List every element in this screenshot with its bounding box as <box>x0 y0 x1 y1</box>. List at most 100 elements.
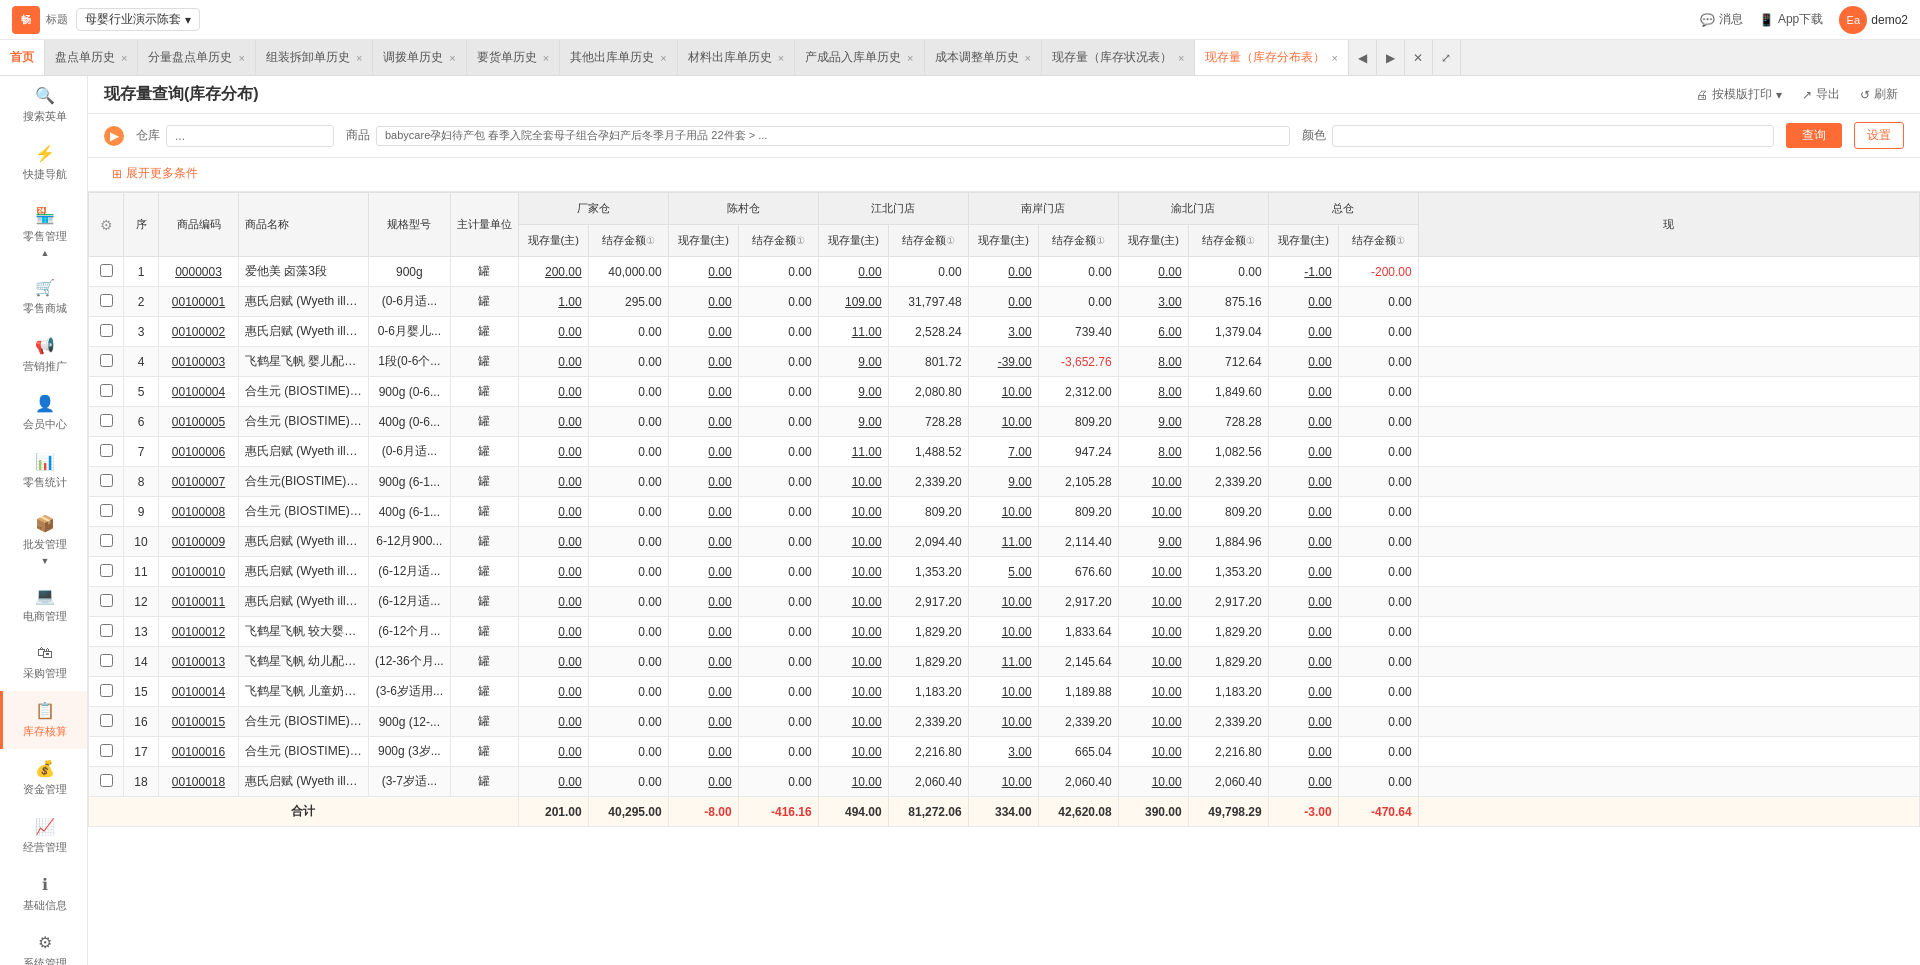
sidebar-item-retail-mgmt[interactable]: 🏪 零售管理 ▲ <box>0 196 87 268</box>
row-checkbox-cell[interactable] <box>89 257 124 287</box>
tab-chanchengruku[interactable]: 产成品入库单历史 × <box>795 40 924 76</box>
tab-expand-btn[interactable]: ⤢ <box>1433 40 1461 76</box>
sidebar-item-basicinfo[interactable]: ℹ 基础信息 <box>0 865 87 923</box>
tab-zuzhangchai[interactable]: 组装拆卸单历史 × <box>256 40 373 76</box>
tab-next-btn[interactable]: ▶ <box>1377 40 1405 76</box>
tab-cailiaochuku[interactable]: 材料出库单历史 × <box>678 40 795 76</box>
sidebar-item-ecommerce[interactable]: 💻 电商管理 <box>0 576 87 634</box>
sidebar-item-retail-stats[interactable]: 📊 零售统计 <box>0 442 87 500</box>
tab-yaohuodan[interactable]: 要货单历史 × <box>467 40 560 76</box>
info-icon[interactable]: ① <box>796 235 805 246</box>
tab-pandian[interactable]: 盘点单历史 × <box>45 40 138 76</box>
th-gear[interactable]: ⚙ <box>89 193 124 257</box>
table-container[interactable]: ⚙ 序 商品编码 商品名称 规格型号 主计量单位 厂家仓 陈村仓 江北门店 南岸… <box>88 192 1920 965</box>
row-checkbox-cell[interactable] <box>89 707 124 737</box>
sidebar-item-quicknav[interactable]: ⚡ 快捷导航 <box>0 134 87 192</box>
close-icon[interactable]: × <box>907 52 913 64</box>
msg-btn[interactable]: 💬 消息 <box>1700 11 1743 28</box>
row-checkbox-cell[interactable] <box>89 527 124 557</box>
close-icon[interactable]: × <box>660 52 666 64</box>
tab-fenpandian[interactable]: 分量盘点单历史 × <box>138 40 255 76</box>
row-checkbox[interactable] <box>100 744 113 757</box>
row-checkbox-cell[interactable] <box>89 617 124 647</box>
row-checkbox-cell[interactable] <box>89 737 124 767</box>
row-checkbox-cell[interactable] <box>89 377 124 407</box>
goods-input[interactable] <box>376 126 1290 146</box>
refresh-action[interactable]: ↺ 刷新 <box>1854 84 1904 105</box>
close-icon[interactable]: × <box>543 52 549 64</box>
sidebar-item-member[interactable]: 👤 会员中心 <box>0 384 87 442</box>
row-checkbox-cell[interactable] <box>89 317 124 347</box>
tab-xiancunliang-zhuangkuang[interactable]: 现存量（库存状况表） × <box>1042 40 1195 76</box>
orange-arrow-btn[interactable]: ▶ <box>104 126 124 146</box>
info-icon[interactable]: ① <box>946 235 955 246</box>
row-checkbox-cell[interactable] <box>89 767 124 797</box>
row-checkbox-cell[interactable] <box>89 347 124 377</box>
info-icon[interactable]: ① <box>1396 235 1405 246</box>
sidebar-item-mall[interactable]: 🛒 零售商城 <box>0 268 87 326</box>
info-icon[interactable]: ① <box>1096 235 1105 246</box>
print-action[interactable]: 🖨 按模版打印 ▾ <box>1690 84 1788 105</box>
row-checkbox[interactable] <box>100 474 113 487</box>
sidebar-item-finance[interactable]: 💰 资金管理 <box>0 749 87 807</box>
close-icon[interactable]: × <box>1025 52 1031 64</box>
row-checkbox[interactable] <box>100 294 113 307</box>
close-icon[interactable]: × <box>238 52 244 64</box>
row-checkbox[interactable] <box>100 654 113 667</box>
close-icon[interactable]: × <box>121 52 127 64</box>
close-icon[interactable]: × <box>356 52 362 64</box>
sidebar-item-purchase[interactable]: 🛍 采购管理 <box>0 634 87 691</box>
row-checkbox[interactable] <box>100 414 113 427</box>
row-checkbox[interactable] <box>100 774 113 787</box>
sidebar-item-inventory[interactable]: 📋 库存核算 <box>0 691 87 749</box>
row-checkbox[interactable] <box>100 564 113 577</box>
row-checkbox[interactable] <box>100 714 113 727</box>
info-icon[interactable]: ① <box>646 235 655 246</box>
sidebar-item-wholesale[interactable]: 📦 批发管理 ▼ <box>0 504 87 576</box>
row-checkbox[interactable] <box>100 444 113 457</box>
query-button[interactable]: 查询 <box>1786 123 1842 148</box>
sidebar-item-operations[interactable]: 📈 经营管理 <box>0 807 87 865</box>
expand-btn[interactable]: ⊞ 展开更多条件 <box>104 162 206 185</box>
color-input[interactable] <box>1332 125 1774 147</box>
row-checkbox[interactable] <box>100 624 113 637</box>
row-checkbox[interactable] <box>100 594 113 607</box>
close-icon[interactable]: × <box>778 52 784 64</box>
row-checkbox[interactable] <box>100 504 113 517</box>
row-checkbox-cell[interactable] <box>89 287 124 317</box>
row-checkbox-cell[interactable] <box>89 437 124 467</box>
app-btn[interactable]: 📱 App下载 <box>1759 11 1823 28</box>
tab-xiancunliang-fenbao[interactable]: 现存量（库存分布表） × <box>1195 40 1348 76</box>
tab-qitachuku[interactable]: 其他出库单历史 × <box>560 40 677 76</box>
row-checkbox-cell[interactable] <box>89 647 124 677</box>
user-area[interactable]: Ea demo2 <box>1839 6 1908 34</box>
row-checkbox-cell[interactable] <box>89 407 124 437</box>
row-checkbox[interactable] <box>100 684 113 697</box>
tab-chengbentiaozhen[interactable]: 成本调整单历史 × <box>925 40 1042 76</box>
tab-close-all-btn[interactable]: ✕ <box>1405 40 1433 76</box>
sidebar-item-search[interactable]: 🔍 搜索英单 <box>0 76 87 134</box>
close-icon[interactable]: × <box>1331 52 1337 64</box>
row-checkbox-cell[interactable] <box>89 677 124 707</box>
row-checkbox-cell[interactable] <box>89 587 124 617</box>
row-checkbox-cell[interactable] <box>89 497 124 527</box>
row-checkbox[interactable] <box>100 324 113 337</box>
row-checkbox-cell[interactable] <box>89 557 124 587</box>
row-checkbox[interactable] <box>100 534 113 547</box>
setting-button[interactable]: 设置 <box>1854 122 1904 149</box>
info-icon[interactable]: ① <box>1246 235 1255 246</box>
export-action[interactable]: ↗ 导出 <box>1796 84 1846 105</box>
gear-icon[interactable]: ⚙ <box>100 217 113 233</box>
row-checkbox[interactable] <box>100 384 113 397</box>
row-checkbox[interactable] <box>100 264 113 277</box>
sidebar-item-sysmgmt[interactable]: ⚙ 系统管理 <box>0 923 87 965</box>
row-checkbox-cell[interactable] <box>89 467 124 497</box>
close-icon[interactable]: × <box>449 52 455 64</box>
tab-prev-btn[interactable]: ◀ <box>1349 40 1377 76</box>
store-selector[interactable]: 母婴行业演示陈套 ▾ <box>76 8 200 31</box>
sidebar-item-marketing[interactable]: 📢 营销推广 <box>0 326 87 384</box>
warehouse-input[interactable] <box>166 125 334 147</box>
tab-home[interactable]: 首页 <box>0 40 45 76</box>
row-checkbox[interactable] <box>100 354 113 367</box>
close-icon[interactable]: × <box>1178 52 1184 64</box>
